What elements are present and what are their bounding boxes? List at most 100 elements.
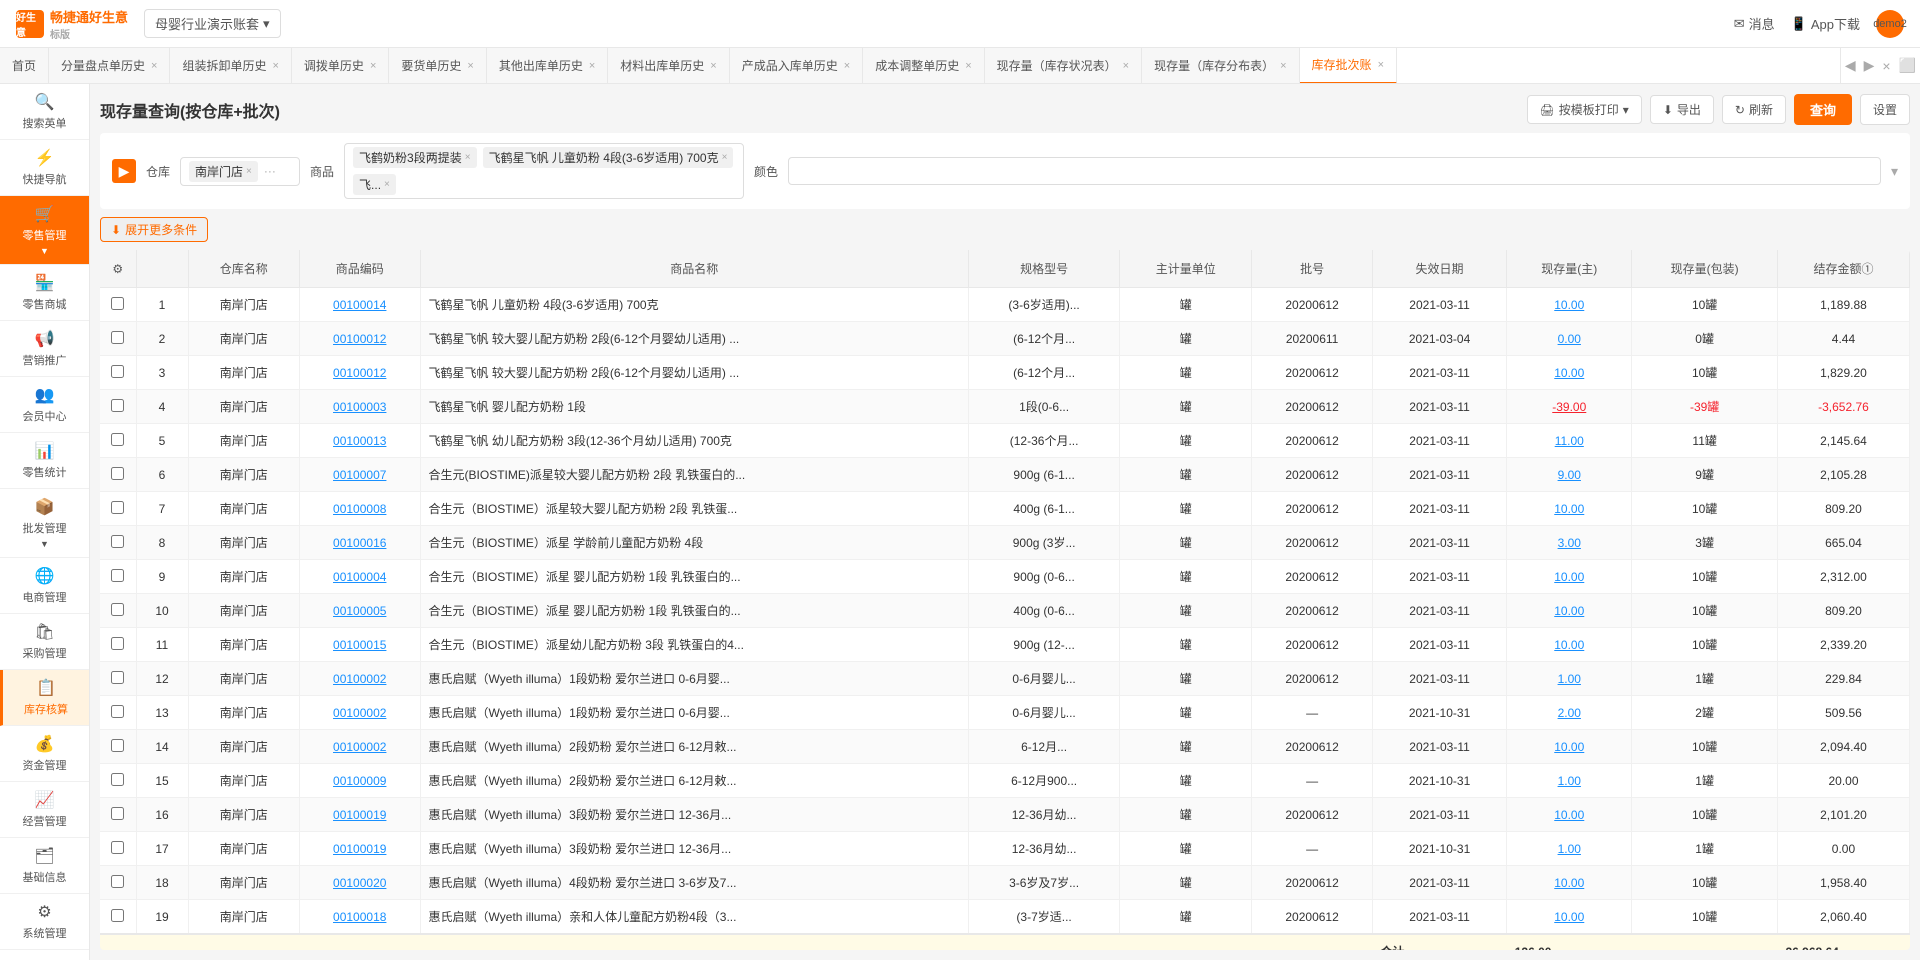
sidebar-item-search[interactable]: 🔍 搜索英单 bbox=[0, 84, 89, 140]
row-qty-main[interactable]: 10.00 bbox=[1507, 628, 1632, 662]
sidebar-item-quicknav[interactable]: ⚡ 快捷导航 bbox=[0, 140, 89, 196]
close-icon[interactable]: × bbox=[1280, 60, 1286, 72]
tab-scroll-left[interactable]: ◀ bbox=[1841, 48, 1860, 84]
row-check[interactable] bbox=[100, 390, 136, 424]
row-check[interactable] bbox=[100, 696, 136, 730]
query-btn[interactable]: 查询 bbox=[1794, 94, 1852, 125]
row-check[interactable] bbox=[100, 356, 136, 390]
row-qty-main[interactable]: 2.00 bbox=[1507, 696, 1632, 730]
row-check[interactable] bbox=[100, 628, 136, 662]
row-qty-main[interactable]: 10.00 bbox=[1507, 288, 1632, 322]
sidebar-item-marketing[interactable]: 📢 营销推广 bbox=[0, 321, 89, 377]
row-qty-main[interactable]: -39.00 bbox=[1507, 390, 1632, 424]
tab-move[interactable]: 调拨单历史 × bbox=[292, 48, 389, 84]
row-qty-main[interactable]: 9.00 bbox=[1507, 458, 1632, 492]
remove-goods-tag-icon[interactable]: × bbox=[465, 152, 471, 163]
remove-goods-tag-icon3[interactable]: × bbox=[384, 179, 390, 190]
sidebar-item-finance[interactable]: 💰 资金管理 bbox=[0, 726, 89, 782]
row-qty-main[interactable]: 3.00 bbox=[1507, 526, 1632, 560]
goods-filter-tags[interactable]: 飞鹤奶粉3段两提装 × 飞鹤星飞帆 儿童奶粉 4段(3-6岁适用) 700克 ×… bbox=[344, 143, 744, 199]
row-qty-main[interactable]: 10.00 bbox=[1507, 560, 1632, 594]
sidebar-item-business[interactable]: 📈 经营管理 bbox=[0, 782, 89, 838]
expand-filter-btn[interactable]: ▶ bbox=[112, 159, 136, 183]
tab-product-in[interactable]: 产成品入库单历史 × bbox=[730, 48, 863, 84]
close-icon[interactable]: × bbox=[272, 60, 278, 72]
close-icon[interactable]: × bbox=[1378, 59, 1384, 71]
row-check[interactable] bbox=[100, 866, 136, 900]
row-check[interactable] bbox=[100, 798, 136, 832]
sidebar-item-member[interactable]: 👥 会员中心 bbox=[0, 377, 89, 433]
row-check[interactable] bbox=[100, 662, 136, 696]
row-check[interactable] bbox=[100, 730, 136, 764]
row-check[interactable] bbox=[100, 900, 136, 935]
color-filter-input[interactable] bbox=[788, 157, 1881, 185]
row-qty-main[interactable]: 10.00 bbox=[1507, 798, 1632, 832]
tab-unpack[interactable]: 组装拆卸单历史 × bbox=[170, 48, 291, 84]
sidebar-item-wholesale[interactable]: 📦 批发管理 ▼ bbox=[0, 489, 89, 558]
tab-cost-adj[interactable]: 成本调整单历史 × bbox=[863, 48, 984, 84]
tab-scroll-right[interactable]: ▶ bbox=[1860, 48, 1879, 84]
avatar[interactable]: demo2 bbox=[1876, 10, 1904, 38]
close-icon[interactable]: × bbox=[844, 60, 850, 72]
sidebar-item-purchase[interactable]: 🛍 采购管理 bbox=[0, 614, 89, 670]
row-check[interactable] bbox=[100, 764, 136, 798]
sidebar-item-ecommerce[interactable]: 🌐 电商管理 bbox=[0, 558, 89, 614]
sidebar-item-base[interactable]: 🗂 基础信息 bbox=[0, 838, 89, 894]
row-check[interactable] bbox=[100, 526, 136, 560]
close-icon[interactable]: × bbox=[370, 60, 376, 72]
row-qty-main[interactable]: 1.00 bbox=[1507, 764, 1632, 798]
tab-split[interactable]: 分量盘点单历史 × bbox=[49, 48, 170, 84]
tab-close-current[interactable]: × bbox=[1878, 48, 1894, 84]
row-qty-main[interactable]: 11.00 bbox=[1507, 424, 1632, 458]
row-qty-main[interactable]: 10.00 bbox=[1507, 900, 1632, 935]
remove-tag-icon[interactable]: × bbox=[246, 166, 252, 177]
app-download-btn[interactable]: 📱 App下载 bbox=[1791, 14, 1860, 33]
tab-material-out[interactable]: 材料出库单历史 × bbox=[608, 48, 729, 84]
tab-home[interactable]: 首页 bbox=[0, 48, 49, 84]
row-qty-main[interactable]: 0.00 bbox=[1507, 322, 1632, 356]
row-check[interactable] bbox=[100, 288, 136, 322]
tab-maximize[interactable]: ⬜ bbox=[1895, 48, 1920, 84]
refresh-btn[interactable]: ↻ 刷新 bbox=[1722, 95, 1786, 124]
remove-goods-tag-icon2[interactable]: × bbox=[722, 152, 728, 163]
account-dropdown[interactable]: 母婴行业演示账套 ▾ bbox=[144, 9, 281, 38]
row-qty-main[interactable]: 10.00 bbox=[1507, 866, 1632, 900]
tab-want[interactable]: 要货单历史 × bbox=[389, 48, 486, 84]
close-icon[interactable]: × bbox=[710, 60, 716, 72]
row-check[interactable] bbox=[100, 560, 136, 594]
row-qty-main[interactable]: 1.00 bbox=[1507, 662, 1632, 696]
close-icon[interactable]: × bbox=[467, 60, 473, 72]
tab-stock-dist[interactable]: 现存量（库存分布表） × bbox=[1142, 48, 1299, 84]
row-qty-main[interactable]: 10.00 bbox=[1507, 356, 1632, 390]
warehouse-filter-tags[interactable]: 南岸门店 × ··· bbox=[180, 157, 300, 186]
row-check[interactable] bbox=[100, 322, 136, 356]
row-qty-main[interactable]: 1.00 bbox=[1507, 832, 1632, 866]
tab-other-out[interactable]: 其他出库单历史 × bbox=[487, 48, 608, 84]
money-icon: 💰 bbox=[35, 734, 55, 754]
sidebar-item-collab[interactable]: 🤝 企业协同 bbox=[0, 950, 89, 960]
row-check[interactable] bbox=[100, 594, 136, 628]
export-btn[interactable]: ⬇ 导出 bbox=[1650, 95, 1714, 124]
expand-conditions-btn[interactable]: ⬇ 展开更多条件 bbox=[100, 217, 208, 242]
close-icon[interactable]: × bbox=[965, 60, 971, 72]
message-btn[interactable]: ✉ 消息 bbox=[1734, 14, 1775, 33]
setting-btn[interactable]: 设置 bbox=[1860, 94, 1910, 125]
tab-stock-status[interactable]: 现存量（库存状况表） × bbox=[985, 48, 1142, 84]
sidebar-item-retail-shop[interactable]: 🏪 零售商城 bbox=[0, 265, 89, 321]
close-icon[interactable]: × bbox=[589, 60, 595, 72]
row-qty-main[interactable]: 10.00 bbox=[1507, 492, 1632, 526]
close-icon[interactable]: × bbox=[151, 60, 157, 72]
sidebar-item-retail-mgmt[interactable]: 🛒 零售管理 ▼ bbox=[0, 196, 89, 265]
row-qty-main[interactable]: 10.00 bbox=[1507, 730, 1632, 764]
row-check[interactable] bbox=[100, 492, 136, 526]
print-btn[interactable]: 🖨 按模板打印 ▾ bbox=[1527, 95, 1642, 124]
sidebar-item-inventory[interactable]: 📋 库存核算 bbox=[0, 670, 89, 726]
row-qty-main[interactable]: 10.00 bbox=[1507, 594, 1632, 628]
row-check[interactable] bbox=[100, 424, 136, 458]
sidebar-item-system[interactable]: ⚙ 系统管理 bbox=[0, 894, 89, 950]
close-icon[interactable]: × bbox=[1123, 60, 1129, 72]
sidebar-item-retail-stat[interactable]: 📊 零售统计 bbox=[0, 433, 89, 489]
row-check[interactable] bbox=[100, 458, 136, 492]
row-check[interactable] bbox=[100, 832, 136, 866]
tab-batch[interactable]: 库存批次账 × bbox=[1300, 48, 1397, 84]
